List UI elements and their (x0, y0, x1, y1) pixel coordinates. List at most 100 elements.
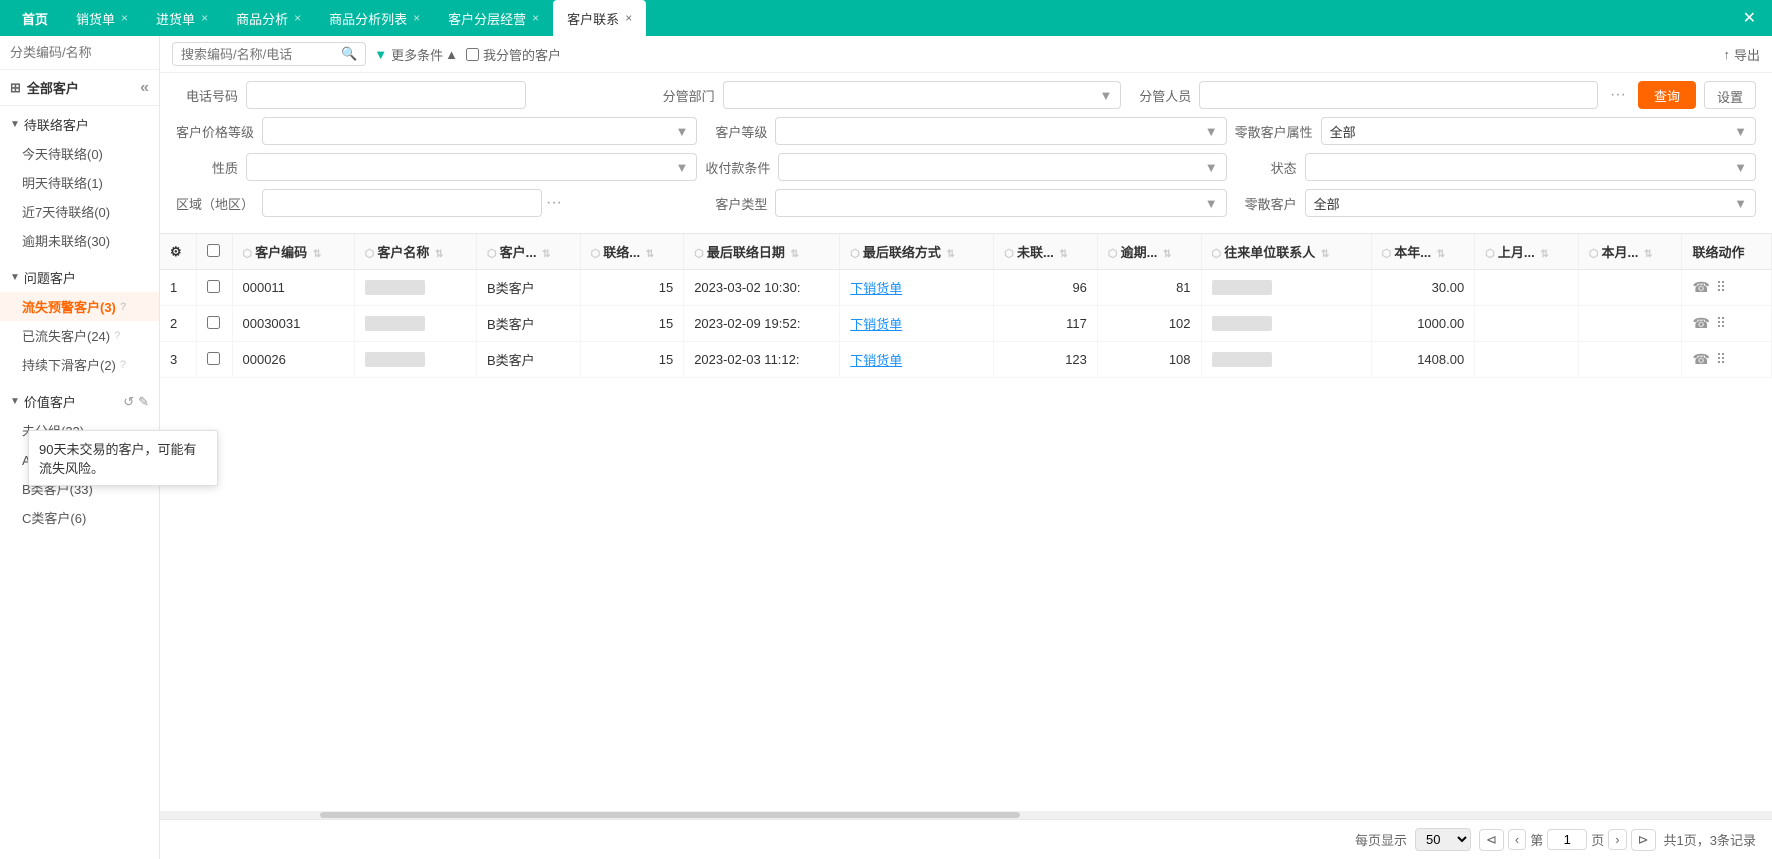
person-input[interactable] (1199, 81, 1598, 109)
sidebar-group-problem-title[interactable]: ▼ 问题客户 (0, 263, 159, 292)
sidebar-group-pending-title[interactable]: ▼ 待联络客户 (0, 110, 159, 139)
filter-status: 状态 ▼ (1235, 153, 1756, 181)
settings-column-header[interactable]: ⚙ (160, 234, 196, 270)
sort-icon-unlisted[interactable]: ⇅ (1059, 249, 1067, 260)
sort-icon-contacts-person[interactable]: ⇅ (1321, 249, 1329, 260)
sort-icon-this-year[interactable]: ⇅ (1437, 249, 1445, 260)
row-select-checkbox[interactable] (207, 316, 220, 329)
close-customer-layers-tab[interactable]: × (532, 11, 539, 25)
price-grade-select[interactable]: ▼ (262, 117, 697, 145)
sort-icon-name[interactable]: ⇅ (435, 249, 443, 260)
pin-icon-last-method: ⬡ (850, 248, 863, 260)
sidebar-item-declining[interactable]: 持续下滑客户(2) ? (0, 350, 159, 379)
search-button-icon[interactable]: 🔍 (341, 46, 357, 62)
page-prev-btn[interactable]: ‹ (1508, 829, 1526, 850)
page-next-btn[interactable]: › (1608, 829, 1626, 850)
select-all-checkbox[interactable] (207, 244, 220, 257)
filter-bar: 🔍 ▼ 更多条件 ▲ 我分管的客户 ↑ 导出 (160, 36, 1772, 73)
table-header-row: ⚙ ⬡ 客户编码 ⇅ ⬡ 客户名称 ⇅ ⬡ (160, 234, 1772, 270)
status-select[interactable]: ▼ (1305, 153, 1756, 181)
settings-button[interactable]: 设置 (1704, 81, 1756, 109)
page-size-select[interactable]: 50 100 200 (1415, 828, 1471, 851)
more-options-btn-row1[interactable]: ··· (1606, 86, 1630, 104)
zero-attr-select[interactable]: 全部 ▼ (1321, 117, 1756, 145)
sidebar-item-class-c[interactable]: C类客户(6) (0, 503, 159, 532)
search-input[interactable] (181, 47, 341, 62)
row-this-year: 30.00 (1371, 270, 1475, 306)
gender-select[interactable]: ▼ (246, 153, 697, 181)
sort-icon-code[interactable]: ⇅ (313, 249, 321, 260)
action-contact-icon[interactable]: ☎ (1692, 279, 1709, 296)
tab-purchase[interactable]: 进货单 × (142, 0, 222, 36)
tab-home[interactable]: 首页 (8, 0, 62, 36)
row-this-month (1578, 342, 1682, 378)
zero-attr-arrow: ▼ (1734, 124, 1747, 139)
region-input[interactable] (262, 189, 542, 217)
region-more-btn[interactable]: ··· (542, 194, 566, 212)
action-more-icon[interactable]: ⠿ (1716, 279, 1726, 296)
tab-customer-contact[interactable]: 客户联系 × (553, 0, 646, 36)
col-header-this-month: ⬡ 本月... ⇅ (1578, 234, 1682, 270)
sidebar-item-churn-warning[interactable]: 流失预警客户(3) ? (0, 292, 159, 321)
phone-input[interactable] (246, 81, 526, 109)
table-row: 1 000011 B类客户 15 2023-03-02 10:30: 下销货单 … (160, 270, 1772, 306)
row-select-checkbox[interactable] (207, 352, 220, 365)
checkbox-column-header[interactable] (196, 234, 232, 270)
row-checkbox[interactable] (196, 270, 232, 306)
sidebar-collapse-icon[interactable]: « (140, 79, 149, 97)
action-more-icon[interactable]: ⠿ (1716, 351, 1726, 368)
sort-icon-this-month[interactable]: ⇅ (1644, 249, 1652, 260)
sidebar-item-churned[interactable]: 已流失客户(24) ? (0, 321, 159, 350)
export-button[interactable]: ↑ 导出 (1723, 45, 1760, 64)
row-checkbox[interactable] (196, 306, 232, 342)
sort-icon-last-month[interactable]: ⇅ (1540, 249, 1548, 260)
tab-customer-layers[interactable]: 客户分层经营 × (434, 0, 553, 36)
sidebar-all-customers[interactable]: ⊞ 全部客户 « (0, 70, 159, 106)
tab-sales[interactable]: 销货单 × (62, 0, 142, 36)
row-last-month (1475, 342, 1579, 378)
col-header-actions: 联络动作 (1682, 234, 1772, 270)
customer-type-select[interactable]: ▼ (775, 189, 1226, 217)
close-sales-tab[interactable]: × (121, 11, 128, 25)
refresh-icon[interactable]: ↺ (123, 394, 134, 410)
more-conditions-btn[interactable]: ▼ 更多条件 ▲ (374, 45, 458, 64)
sort-icon-overdue[interactable]: ⇅ (1163, 249, 1171, 260)
close-analysis-tab[interactable]: × (294, 11, 301, 25)
sort-icon-last-date[interactable]: ⇅ (791, 249, 799, 260)
close-analysis-list-tab[interactable]: × (413, 11, 420, 25)
query-button[interactable]: 查询 (1638, 81, 1696, 109)
sidebar-item-7days[interactable]: 近7天待联络(0) (0, 197, 159, 226)
my-customers-checkbox[interactable] (466, 48, 479, 61)
page-first-btn[interactable]: ⊲ (1479, 829, 1504, 851)
payment-select[interactable]: ▼ (778, 153, 1226, 181)
sidebar-item-today[interactable]: 今天待联络(0) (0, 139, 159, 168)
page-number-input[interactable] (1547, 829, 1587, 850)
action-contact-icon[interactable]: ☎ (1692, 351, 1709, 368)
sort-icon-last-method[interactable]: ⇅ (947, 249, 955, 260)
close-purchase-tab[interactable]: × (201, 11, 208, 25)
sidebar-item-tomorrow[interactable]: 明天待联络(1) (0, 168, 159, 197)
tab-analysis[interactable]: 商品分析 × (222, 0, 315, 36)
edit-icon[interactable]: ✎ (138, 394, 149, 410)
page-last-btn[interactable]: ⊳ (1631, 829, 1656, 851)
sort-icon-contact[interactable]: ⇅ (646, 249, 654, 260)
row-select-checkbox[interactable] (207, 280, 220, 293)
zero-customer-select[interactable]: 全部 ▼ (1305, 189, 1756, 217)
window-close-button[interactable]: ✕ (1735, 8, 1764, 28)
my-customers-filter[interactable]: 我分管的客户 (466, 45, 561, 64)
row-checkbox[interactable] (196, 342, 232, 378)
action-contact-icon[interactable]: ☎ (1692, 315, 1709, 332)
scrollbar-thumb[interactable] (320, 812, 1020, 818)
sidebar-search-input[interactable] (10, 45, 160, 60)
row-actions: ☎ ⠿ (1682, 306, 1772, 342)
close-customer-contact-tab[interactable]: × (625, 11, 632, 25)
horizontal-scrollbar[interactable] (160, 811, 1772, 819)
sidebar-group-value-title[interactable]: ▼ 价值客户 ↺ ✎ (0, 387, 159, 416)
sidebar-item-overdue-contact[interactable]: 逾期未联络(30) (0, 226, 159, 255)
grade-select[interactable]: ▼ (775, 117, 1226, 145)
dept-select[interactable]: ▼ (723, 81, 1122, 109)
action-more-icon[interactable]: ⠿ (1716, 315, 1726, 332)
sort-icon-type[interactable]: ⇅ (542, 249, 550, 260)
chevron-up-icon: ▲ (445, 47, 458, 62)
tab-analysis-list[interactable]: 商品分析列表 × (315, 0, 434, 36)
